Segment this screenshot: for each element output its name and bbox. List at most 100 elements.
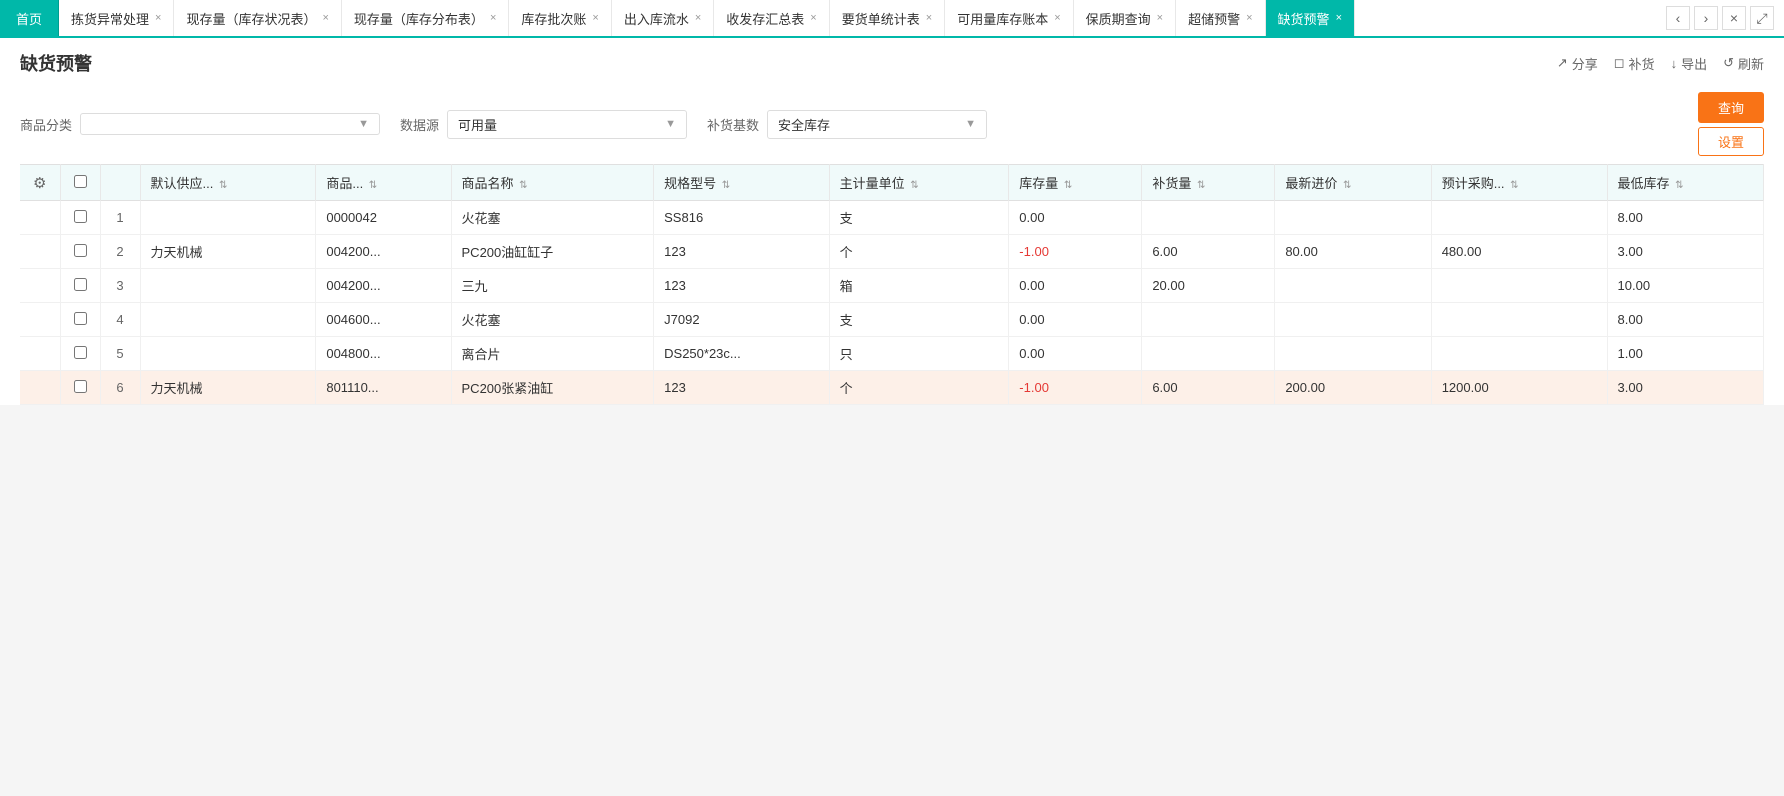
cell-spec-1: SS816 xyxy=(654,201,829,235)
cell-product-name-2: PC200油缸缸子 xyxy=(451,235,654,269)
datasource-select[interactable]: 可用量 ▼ xyxy=(447,110,687,139)
tab-close-receipt-summary[interactable]: × xyxy=(810,12,816,24)
row-checkbox-3[interactable] xyxy=(74,278,87,291)
cell-supplier-4 xyxy=(140,303,316,337)
cell-checkbox-5 xyxy=(60,337,100,371)
cell-replenish-qty-4 xyxy=(1142,303,1275,337)
tab-bar: 首页 拣货异常处理×现存量（库存状况表）×现存量（库存分布表）×库存批次账×出入… xyxy=(0,0,1784,38)
col-latest-price[interactable]: 最新进价 ⇅ xyxy=(1275,165,1431,201)
table-row: 4 004600... 火花塞 J7092 支 0.00 8.00 xyxy=(20,303,1764,337)
cell-stock-4: 0.00 xyxy=(1009,303,1142,337)
tab-label-batch: 库存批次账 xyxy=(521,9,586,28)
tab-home[interactable]: 首页 xyxy=(0,0,59,37)
tab-close-abnormal[interactable]: × xyxy=(155,12,161,24)
row-checkbox-4[interactable] xyxy=(74,312,87,325)
cell-estimated-purchase-5 xyxy=(1431,337,1607,371)
export-icon: ↓ xyxy=(1671,56,1678,71)
table-row: 2 力天机械 004200... PC200油缸缸子 123 个 -1.00 6… xyxy=(20,235,1764,269)
tab-shortage[interactable]: 缺货预警× xyxy=(1266,0,1355,37)
replenish-basis-dropdown-icon: ▼ xyxy=(965,118,976,130)
cell-min-stock-4: 8.00 xyxy=(1607,303,1763,337)
cell-product-name-3: 三九 xyxy=(451,269,654,303)
col-replenish-qty[interactable]: 补货量 ⇅ xyxy=(1142,165,1275,201)
row-checkbox-5[interactable] xyxy=(74,346,87,359)
tab-available-ledger[interactable]: 可用量库存账本× xyxy=(945,0,1073,37)
row-checkbox-1[interactable] xyxy=(74,210,87,223)
settings-gear-icon[interactable]: ⚙ xyxy=(33,175,46,192)
export-action[interactable]: ↓ 导出 xyxy=(1671,54,1708,73)
tab-abnormal[interactable]: 拣货异常处理 × xyxy=(59,0,174,37)
refresh-action[interactable]: ↺ 刷新 xyxy=(1723,54,1764,73)
col-settings[interactable]: ⚙ xyxy=(20,165,60,201)
query-button[interactable]: 查询 xyxy=(1698,92,1764,123)
tab-batch[interactable]: 库存批次账 × xyxy=(509,0,611,37)
cell-checkbox-1 xyxy=(60,201,100,235)
tab-close-expiry-query[interactable]: × xyxy=(1157,12,1163,24)
tab-inventory-dist[interactable]: 现存量（库存分布表）× xyxy=(342,0,509,37)
settings-button[interactable]: 设置 xyxy=(1698,127,1764,156)
tab-fullscreen-button[interactable]: ⤢ xyxy=(1750,6,1774,30)
col-unit[interactable]: 主计量单位 ⇅ xyxy=(829,165,1009,201)
tab-inout-flow[interactable]: 出入库流水× xyxy=(612,0,714,37)
replenish-action[interactable]: ◻ 补货 xyxy=(1614,54,1655,73)
cell-latest-price-6: 200.00 xyxy=(1275,371,1431,405)
replenish-qty-sort-icon: ⇅ xyxy=(1197,180,1205,191)
row-checkbox-2[interactable] xyxy=(74,244,87,257)
col-min-stock[interactable]: 最低库存 ⇅ xyxy=(1607,165,1763,201)
cell-replenish-qty-6: 6.00 xyxy=(1142,371,1275,405)
tab-demand-stats[interactable]: 要货单统计表× xyxy=(830,0,945,37)
cell-stock-3: 0.00 xyxy=(1009,269,1142,303)
cell-spec-6: 123 xyxy=(654,371,829,405)
cell-estimated-purchase-4 xyxy=(1431,303,1607,337)
latest-price-sort-icon: ⇅ xyxy=(1343,180,1351,191)
tab-label-abnormal: 拣货异常处理 xyxy=(71,9,149,28)
refresh-icon: ↺ xyxy=(1723,55,1734,71)
tab-receipt-summary[interactable]: 收发存汇总表× xyxy=(714,0,829,37)
cell-unit-5: 只 xyxy=(829,337,1009,371)
tab-expiry-query[interactable]: 保质期查询× xyxy=(1074,0,1176,37)
supplier-sort-icon: ⇅ xyxy=(219,180,227,191)
cell-unit-1: 支 xyxy=(829,201,1009,235)
select-all-checkbox[interactable] xyxy=(74,175,87,188)
cell-supplier-2: 力天机械 xyxy=(140,235,316,269)
tab-prev-button[interactable]: ‹ xyxy=(1666,6,1690,30)
cell-estimated-purchase-6: 1200.00 xyxy=(1431,371,1607,405)
replenish-basis-select[interactable]: 安全库存 ▼ xyxy=(767,110,987,139)
share-action[interactable]: ↗ 分享 xyxy=(1557,54,1598,73)
cell-settings-3 xyxy=(20,269,60,303)
col-stock[interactable]: 库存量 ⇅ xyxy=(1009,165,1142,201)
table-row: 6 力天机械 801110... PC200张紧油缸 123 个 -1.00 6… xyxy=(20,371,1764,405)
tab-close-inout-flow[interactable]: × xyxy=(695,12,701,24)
col-spec[interactable]: 规格型号 ⇅ xyxy=(654,165,829,201)
cell-spec-2: 123 xyxy=(654,235,829,269)
cell-product-name-4: 火花塞 xyxy=(451,303,654,337)
col-product-code[interactable]: 商品... ⇅ xyxy=(316,165,451,201)
cell-min-stock-6: 3.00 xyxy=(1607,371,1763,405)
cell-rownum-3: 3 xyxy=(100,269,140,303)
tab-inventory-status[interactable]: 现存量（库存状况表）× xyxy=(174,0,341,37)
cell-replenish-qty-5 xyxy=(1142,337,1275,371)
tab-close-inventory-dist[interactable]: × xyxy=(490,12,496,24)
page-content: 缺货预警 ↗ 分享 ◻ 补货 ↓ 导出 ↺ 刷新 商品分类 xyxy=(0,38,1784,405)
cell-settings-1 xyxy=(20,201,60,235)
col-product-name[interactable]: 商品名称 ⇅ xyxy=(451,165,654,201)
cell-supplier-3 xyxy=(140,269,316,303)
tab-overstock[interactable]: 超储预警× xyxy=(1176,0,1265,37)
min-stock-sort-icon: ⇅ xyxy=(1675,180,1683,191)
tab-close-batch[interactable]: × xyxy=(592,12,598,24)
col-supplier[interactable]: 默认供应... ⇅ xyxy=(140,165,316,201)
tab-close-inventory-status[interactable]: × xyxy=(322,12,328,24)
cell-stock-5: 0.00 xyxy=(1009,337,1142,371)
cell-unit-3: 箱 xyxy=(829,269,1009,303)
tab-close-available-ledger[interactable]: × xyxy=(1054,12,1060,24)
tab-close-demand-stats[interactable]: × xyxy=(926,12,932,24)
share-icon: ↗ xyxy=(1557,55,1568,71)
tab-close-overstock[interactable]: × xyxy=(1246,12,1252,24)
tab-next-button[interactable]: › xyxy=(1694,6,1718,30)
col-estimated-purchase[interactable]: 预计采购... ⇅ xyxy=(1431,165,1607,201)
category-select[interactable]: ▼ xyxy=(80,113,380,135)
cell-latest-price-1 xyxy=(1275,201,1431,235)
tab-close-button[interactable]: × xyxy=(1722,6,1746,30)
tab-close-shortage[interactable]: × xyxy=(1336,12,1342,24)
row-checkbox-6[interactable] xyxy=(74,380,87,393)
